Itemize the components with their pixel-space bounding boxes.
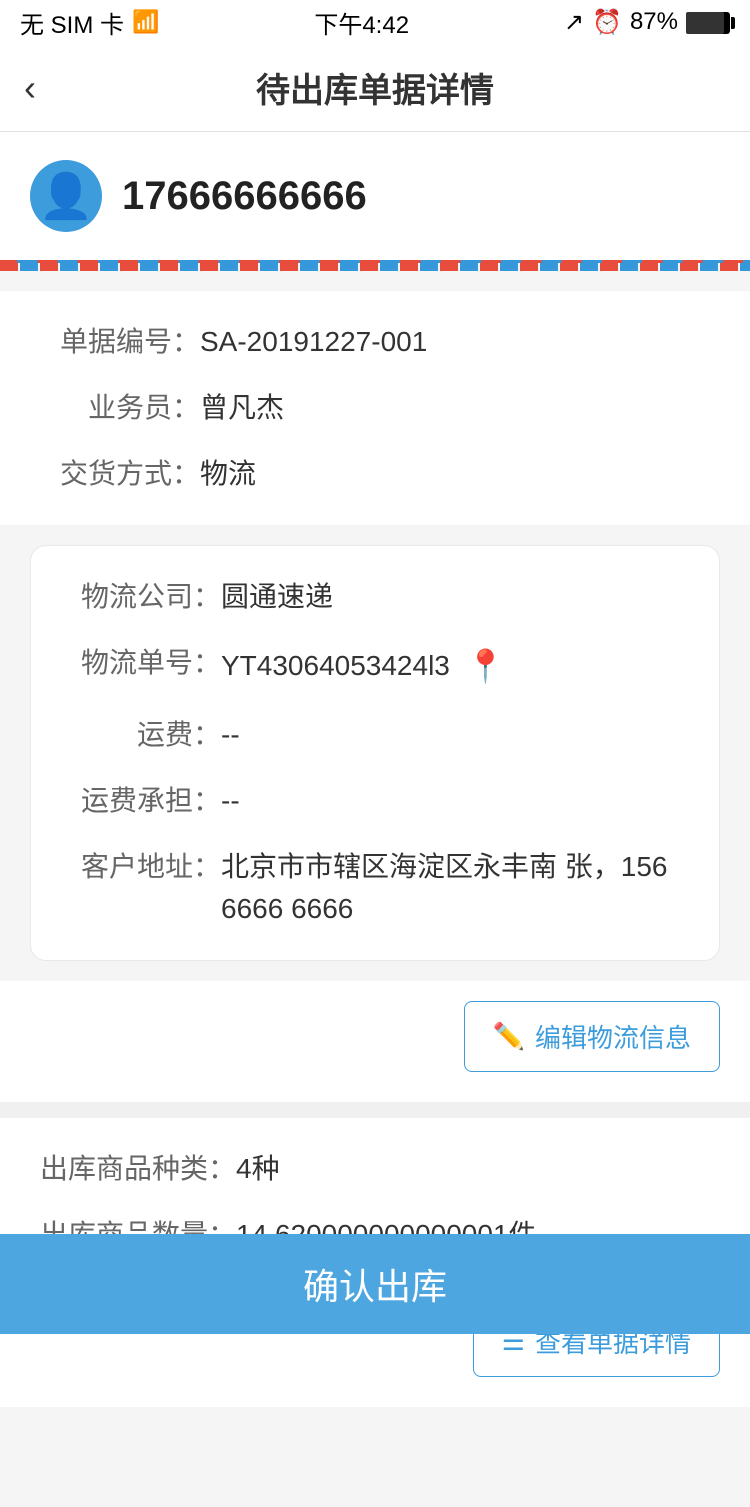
logistics-freight-row: 运费： -- [61,714,689,756]
page-title: 待出库单据详情 [256,63,494,112]
confirm-btn-label: 确认出库 [303,1258,447,1310]
status-time: 下午4:42 [314,5,409,40]
battery-icon [686,8,730,36]
carrier-text: 无 SIM 卡 [20,5,124,40]
status-bar: 无 SIM 卡 📶 下午4:42 ↗ ⏰ 87% [0,0,750,44]
avatar-icon: 👤 [39,170,94,222]
wifi-icon: 📶 [132,9,159,35]
logistics-address-value: 北京市市辖区海淀区永丰南 张，156 6666 6666 [221,846,689,930]
logistics-card: 物流公司： 圆通速递 物流单号： YT43064053424l3 📍 运费： -… [30,545,720,961]
logistics-freight-label: 运费： [61,714,221,756]
avatar: 👤 [30,160,102,232]
logistics-tracking-value: YT43064053424l3 📍 [221,642,689,690]
document-info-section: 单据编号： SA-20191227-001 业务员： 曾凡杰 交货方式： 物流 [0,291,750,525]
bottom-spacer [0,1407,750,1507]
edit-logistics-button[interactable]: ✏️ 编辑物流信息 [464,1001,720,1072]
delivery-value: 物流 [200,453,710,495]
status-left: 无 SIM 卡 📶 [20,5,159,40]
customer-header: 👤 17666666666 [0,132,750,263]
logistics-freight-bearer-value: -- [221,780,689,822]
logistics-company-value: 圆通速递 [221,576,689,618]
salesperson-value: 曾凡杰 [200,387,710,429]
logistics-address-row: 客户地址： 北京市市辖区海淀区永丰南 张，156 6666 6666 [61,846,689,930]
customer-phone: 17666666666 [122,174,367,219]
section-separator [0,1102,750,1118]
dashed-separator [0,263,750,271]
location-pin-icon[interactable]: 📍 [466,642,506,690]
doc-number-value: SA-20191227-001 [200,321,710,363]
status-right: ↗ ⏰ 87% [564,8,730,37]
stock-category-row: 出库商品种类： 4种 [40,1148,710,1190]
stock-category-value: 4种 [236,1148,710,1190]
doc-number-label: 单据编号： [40,321,200,363]
logistics-company-label: 物流公司： [61,576,221,618]
edit-btn-row: ✏️ 编辑物流信息 [0,981,750,1102]
logistics-freight-bearer-label: 运费承担： [61,780,221,822]
logistics-freight-bearer-row: 运费承担： -- [61,780,689,822]
salesperson-row: 业务员： 曾凡杰 [40,387,710,429]
logistics-company-row: 物流公司： 圆通速递 [61,576,689,618]
confirm-btn-bar[interactable]: 确认出库 [0,1234,750,1334]
logistics-address-label: 客户地址： [61,846,221,888]
alarm-icon: ⏰ [592,8,622,37]
battery-text: 87% [630,8,678,36]
edit-icon: ✏️ [493,1021,525,1052]
nav-bar: ‹ 待出库单据详情 [0,44,750,132]
edit-btn-label: 编辑物流信息 [535,1018,691,1055]
logistics-tracking-label: 物流单号： [61,642,221,684]
location-icon: ↗ [564,8,584,37]
logistics-tracking-row: 物流单号： YT43064053424l3 📍 [61,642,689,690]
doc-number-row: 单据编号： SA-20191227-001 [40,321,710,363]
back-button[interactable]: ‹ [24,67,36,109]
delivery-label: 交货方式： [40,453,200,495]
salesperson-label: 业务员： [40,387,200,429]
delivery-row: 交货方式： 物流 [40,453,710,495]
stock-category-label: 出库商品种类： [40,1148,236,1190]
logistics-freight-value: -- [221,714,689,756]
